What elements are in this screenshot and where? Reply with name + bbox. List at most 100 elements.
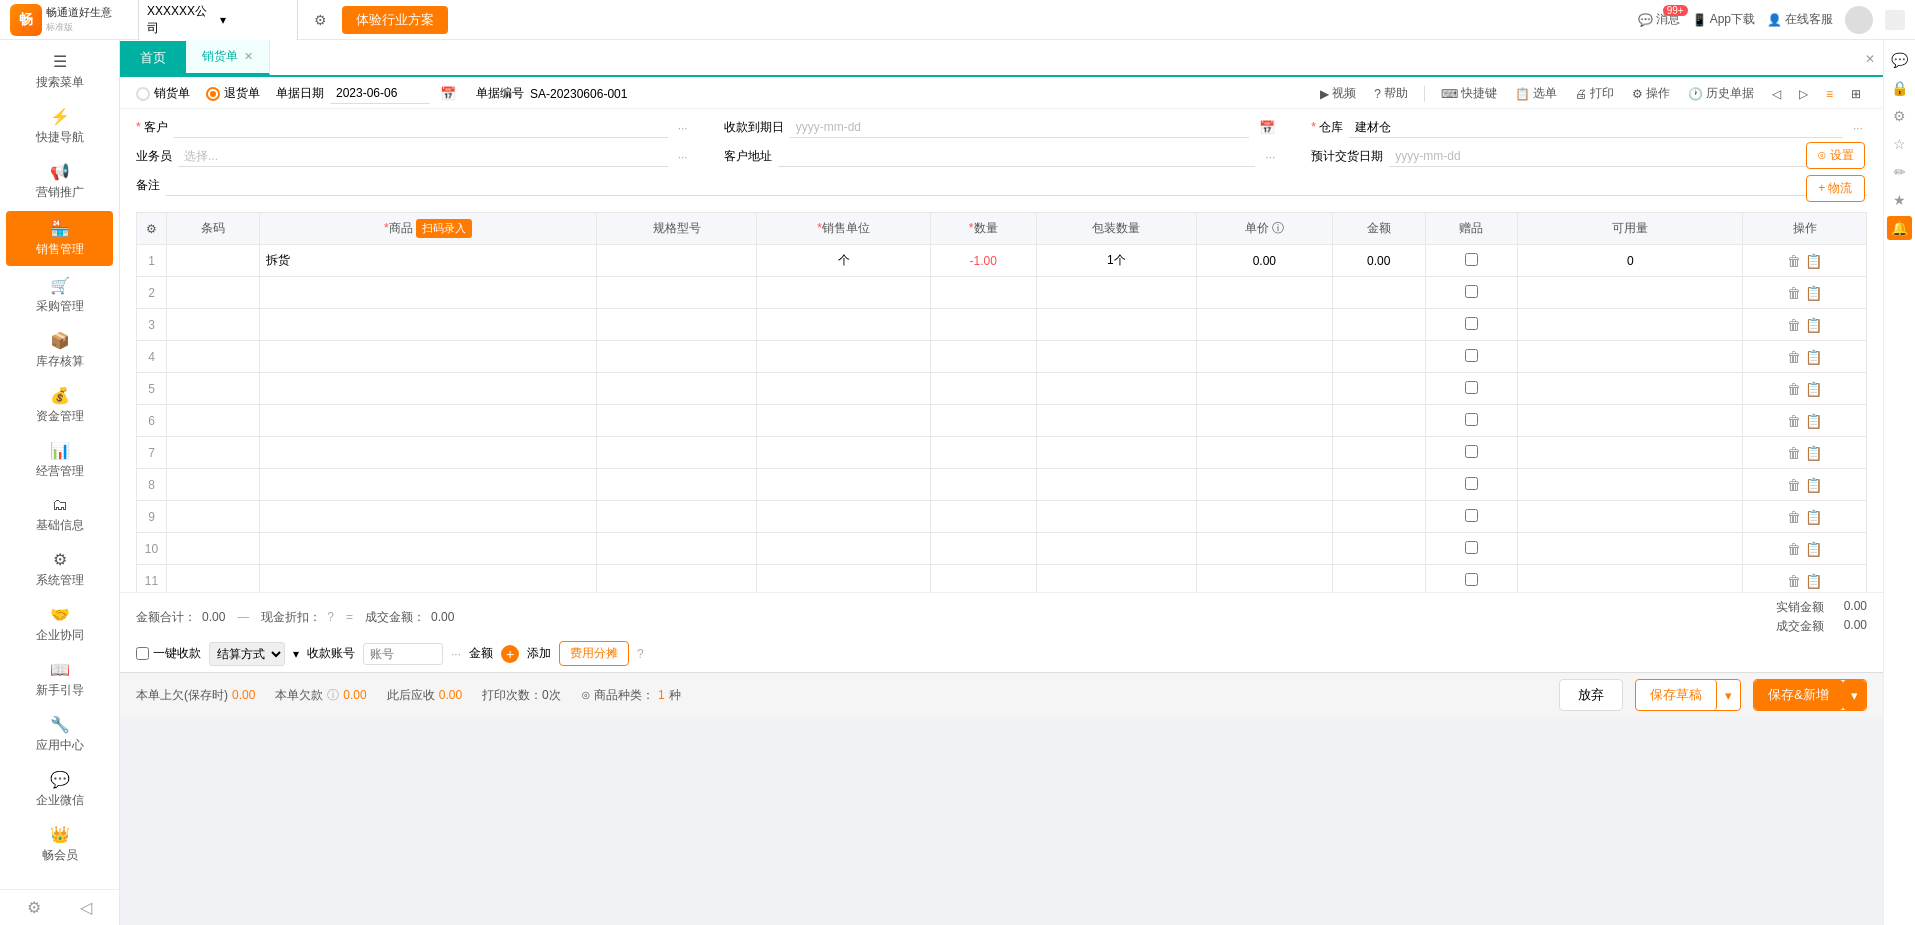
receive-date-input[interactable] — [790, 117, 1250, 138]
cell-pack-qty-6[interactable] — [1036, 437, 1196, 469]
cell-product-0[interactable]: 拆货 — [259, 245, 596, 277]
cell-qty-4[interactable] — [930, 373, 1036, 405]
cell-price-5[interactable] — [1196, 405, 1332, 437]
th-gear[interactable]: ⚙ — [137, 213, 167, 245]
copy-btn-3[interactable]: 📋 — [1805, 349, 1822, 365]
cell-price-8[interactable] — [1196, 501, 1332, 533]
cell-pack-qty-0[interactable]: 1个 — [1036, 245, 1196, 277]
save-draft-split-btn[interactable]: ▾ — [1717, 680, 1740, 710]
one-click-pay-label[interactable]: 一键收款 — [136, 645, 201, 662]
sidebar-item-business[interactable]: 📊 经营管理 — [0, 433, 119, 488]
rp-settings-icon[interactable]: ⚙ — [1889, 104, 1910, 128]
cell-price-4[interactable] — [1196, 373, 1332, 405]
receive-date-cal-icon[interactable]: 📅 — [1255, 120, 1279, 135]
cell-gift-5[interactable] — [1425, 405, 1518, 437]
cell-spec-1[interactable] — [597, 277, 757, 309]
bill-owe-help[interactable]: ⓘ — [327, 687, 339, 704]
sidebar-item-quick[interactable]: ⚡ 快捷导航 — [0, 99, 119, 154]
cell-barcode-6[interactable] — [167, 437, 260, 469]
cell-barcode-4[interactable] — [167, 373, 260, 405]
cell-barcode-5[interactable] — [167, 405, 260, 437]
notes-input[interactable] — [166, 175, 1867, 196]
gift-checkbox-6[interactable] — [1465, 445, 1478, 458]
cell-price-6[interactable] — [1196, 437, 1332, 469]
cell-unit-8[interactable] — [757, 501, 930, 533]
gift-checkbox-7[interactable] — [1465, 477, 1478, 490]
cell-unit-0[interactable]: 个 — [757, 245, 930, 277]
cell-gift-6[interactable] — [1425, 437, 1518, 469]
cell-barcode-9[interactable] — [167, 533, 260, 565]
cell-qty-6[interactable] — [930, 437, 1036, 469]
cell-barcode-3[interactable] — [167, 341, 260, 373]
del-btn-0[interactable]: 🗑 — [1787, 253, 1801, 269]
cell-product-6[interactable] — [259, 437, 596, 469]
cell-qty-0[interactable]: -1.00 — [930, 245, 1036, 277]
cell-pack-qty-8[interactable] — [1036, 501, 1196, 533]
rp-lock-icon[interactable]: 🔒 — [1887, 76, 1912, 100]
cell-qty-1[interactable] — [930, 277, 1036, 309]
rp-star2-icon[interactable]: ★ — [1889, 188, 1910, 212]
warehouse-input[interactable] — [1349, 117, 1843, 138]
sidebar-item-collab[interactable]: 🤝 企业协同 — [0, 597, 119, 652]
del-btn-5[interactable]: 🗑 — [1787, 413, 1801, 429]
cell-gift-4[interactable] — [1425, 373, 1518, 405]
copy-btn-0[interactable]: 📋 — [1805, 253, 1822, 269]
cell-unit-6[interactable] — [757, 437, 930, 469]
radio-return[interactable]: 退货单 — [206, 85, 260, 102]
cell-amount-9[interactable] — [1332, 533, 1425, 565]
cell-gift-1[interactable] — [1425, 277, 1518, 309]
tab-close-icon[interactable]: ✕ — [244, 50, 253, 63]
cell-amount-10[interactable] — [1332, 565, 1425, 593]
cell-amount-0[interactable]: 0.00 — [1332, 245, 1425, 277]
del-btn-6[interactable]: 🗑 — [1787, 445, 1801, 461]
sidebar-settings-icon[interactable]: ⚙ — [27, 898, 41, 917]
radio-sales[interactable]: 销货单 — [136, 85, 190, 102]
cell-amount-3[interactable] — [1332, 341, 1425, 373]
cell-gift-0[interactable] — [1425, 245, 1518, 277]
copy-btn-10[interactable]: 📋 — [1805, 573, 1822, 589]
company-selector[interactable]: XXXXXX公司 ▾ — [138, 0, 298, 42]
toolbar-list-view[interactable]: ≡ — [1820, 85, 1839, 103]
cell-pack-qty-5[interactable] — [1036, 405, 1196, 437]
cell-price-1[interactable] — [1196, 277, 1332, 309]
cell-spec-9[interactable] — [597, 533, 757, 565]
rp-alert-icon[interactable]: 🔔 — [1887, 216, 1912, 240]
copy-btn-2[interactable]: 📋 — [1805, 317, 1822, 333]
sidebar-item-marketing[interactable]: 📢 营销推广 — [0, 154, 119, 209]
cell-amount-1[interactable] — [1332, 277, 1425, 309]
cell-barcode-10[interactable] — [167, 565, 260, 593]
toolbar-nav-prev[interactable]: ◁ — [1766, 85, 1787, 103]
payment-help-icon[interactable]: ? — [637, 647, 644, 661]
cell-gift-7[interactable] — [1425, 469, 1518, 501]
sidebar-item-purchase[interactable]: 🛒 采购管理 — [0, 268, 119, 323]
sidebar-item-finance[interactable]: 💰 资金管理 — [0, 378, 119, 433]
add-payment-btn[interactable]: + — [501, 645, 519, 663]
cell-barcode-8[interactable] — [167, 501, 260, 533]
app-download-btn[interactable]: 📱 App下载 — [1692, 11, 1755, 28]
discount-help[interactable]: ? — [327, 610, 334, 624]
sidebar-item-apps[interactable]: 🔧 应用中心 — [0, 707, 119, 762]
cell-pack-qty-9[interactable] — [1036, 533, 1196, 565]
cell-spec-0[interactable] — [597, 245, 757, 277]
cell-pack-qty-7[interactable] — [1036, 469, 1196, 501]
cell-qty-8[interactable] — [930, 501, 1036, 533]
gift-checkbox-1[interactable] — [1465, 285, 1478, 298]
cell-price-10[interactable] — [1196, 565, 1332, 593]
copy-btn-9[interactable]: 📋 — [1805, 541, 1822, 557]
cell-unit-3[interactable] — [757, 341, 930, 373]
sidebar-item-sales[interactable]: 🏪 销售管理 — [6, 211, 113, 266]
logistics-btn[interactable]: + 物流 — [1806, 175, 1865, 202]
cell-pack-qty-10[interactable] — [1036, 565, 1196, 593]
one-click-pay-checkbox[interactable] — [136, 647, 149, 660]
copy-btn-1[interactable]: 📋 — [1805, 285, 1822, 301]
save-new-btn[interactable]: 保存&新增 — [1754, 680, 1843, 710]
gift-checkbox-4[interactable] — [1465, 381, 1478, 394]
save-new-split-btn[interactable]: ▾ — [1843, 680, 1866, 710]
cell-gift-8[interactable] — [1425, 501, 1518, 533]
cell-price-9[interactable] — [1196, 533, 1332, 565]
cell-gift-10[interactable] — [1425, 565, 1518, 593]
cell-qty-5[interactable] — [930, 405, 1036, 437]
toolbar-video[interactable]: ▶ 视频 — [1314, 83, 1362, 104]
del-btn-4[interactable]: 🗑 — [1787, 381, 1801, 397]
toolbar-shortcut[interactable]: ⌨ 快捷键 — [1435, 83, 1503, 104]
